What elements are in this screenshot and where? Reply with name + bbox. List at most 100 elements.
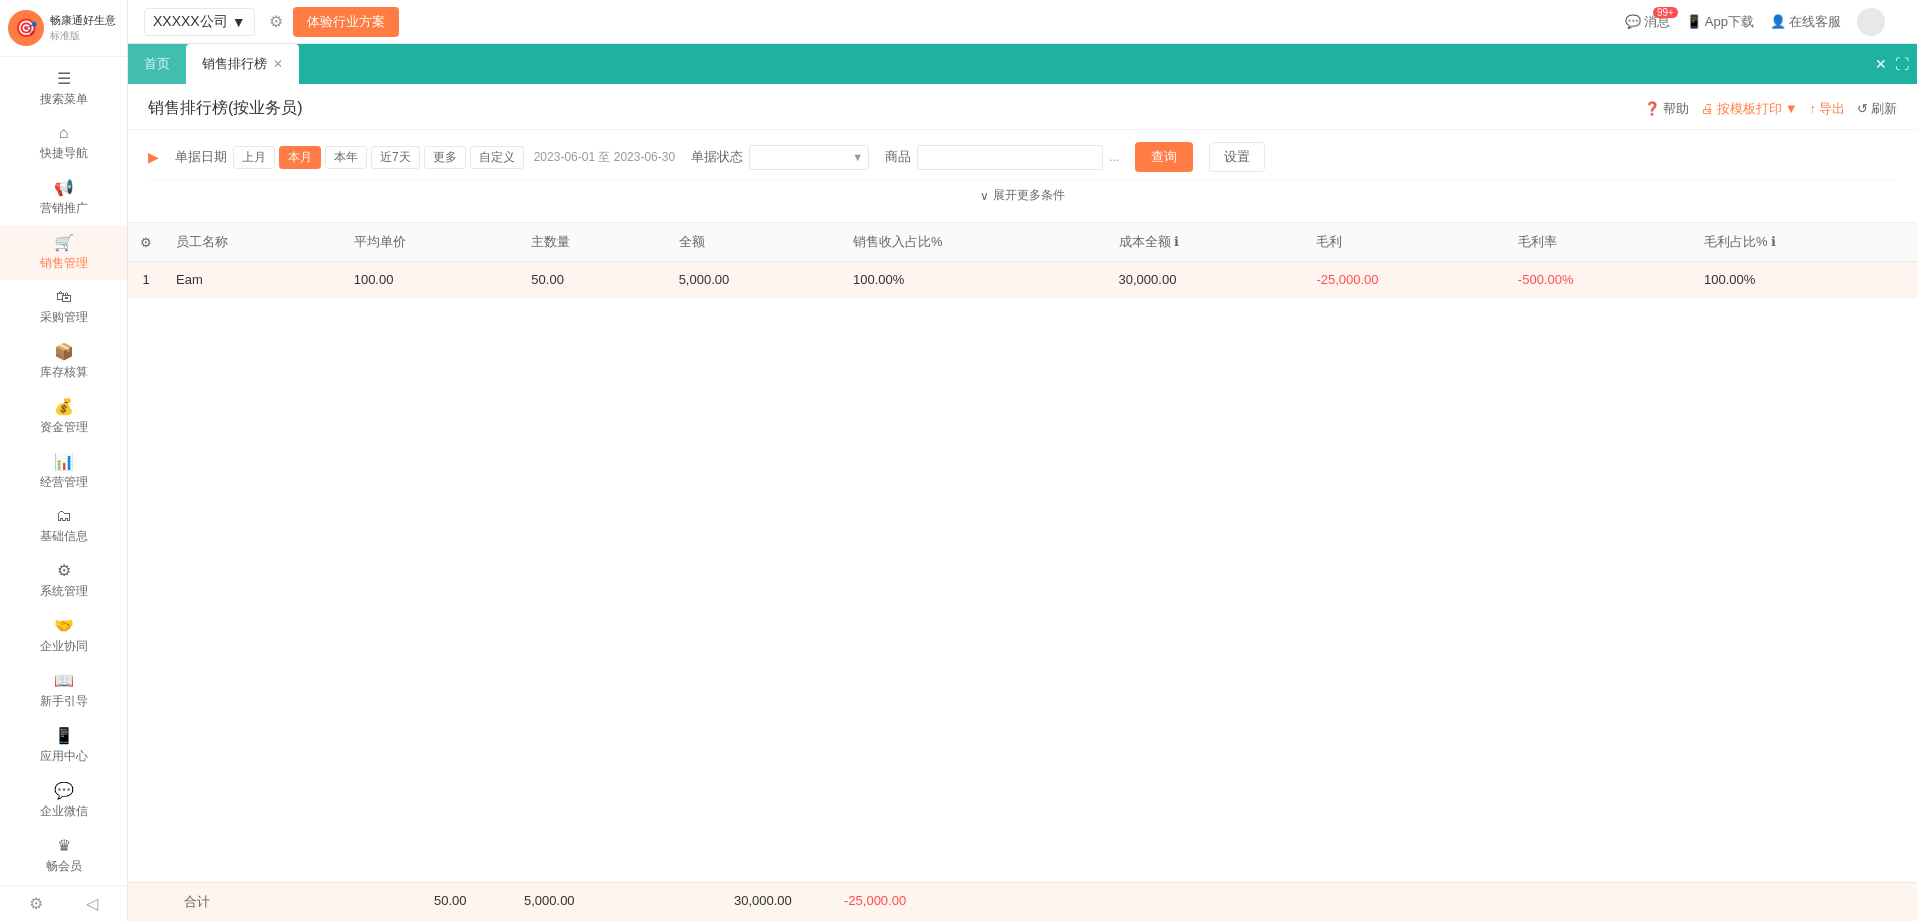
print-label: 按模板打印 [1717, 100, 1782, 118]
sidebar-item-basic-info[interactable]: 🗂 基础信息 [0, 499, 127, 553]
footer-profit-pct [1042, 893, 1142, 911]
date-btn-更多[interactable]: 更多 [424, 146, 466, 169]
date-btn-近7天[interactable]: 近7天 [371, 146, 420, 169]
expand-more-btn[interactable]: ∨ 展开更多条件 [148, 180, 1897, 210]
nav-label-vip: 畅会员 [46, 858, 82, 875]
sidebar-item-system[interactable]: ⚙ 系统管理 [0, 553, 127, 608]
nav-label-finance: 资金管理 [40, 419, 88, 436]
sidebar-item-operations[interactable]: 📊 经营管理 [0, 444, 127, 499]
message-button[interactable]: 💬 消息 99+ [1625, 13, 1670, 31]
query-button[interactable]: 查询 [1135, 142, 1193, 172]
avatar[interactable] [1857, 8, 1885, 36]
filter-bar: ▶ 单据日期 上月本月本年近7天更多自定义 2023-06-01 至 2023-… [128, 130, 1917, 223]
table-row: 1 Eam 100.00 50.00 5,000.00 100.00% 30,0… [128, 262, 1917, 298]
sidebar-item-purchase[interactable]: 🛍 采购管理 [0, 280, 127, 334]
date-btn-自定义[interactable]: 自定义 [470, 146, 524, 169]
sidebar-item-guide[interactable]: 📖 新手引导 [0, 663, 127, 718]
nav-label-inventory: 库存核算 [40, 364, 88, 381]
more-filter-btn[interactable]: ... [1109, 150, 1119, 164]
company-name: XXXXX公司 [153, 13, 228, 31]
logo-icon: 🎯 [8, 10, 44, 46]
nav-icon-vip: ♛ [57, 836, 71, 855]
settings-button[interactable]: 设置 [1209, 142, 1265, 172]
export-label: 导出 [1819, 100, 1845, 118]
sidebar-item-sales[interactable]: 🛒 销售管理 [0, 225, 127, 280]
sidebar: 🎯 畅康通好生意 标准版 ☰ 搜索菜单 ⌂ 快捷导航 📢 营销推广 🛒 销售管理… [0, 0, 128, 921]
close-window-icon[interactable]: ✕ [1875, 56, 1887, 72]
industry-button[interactable]: 体验行业方案 [293, 7, 399, 37]
col-profit: 毛利 [1304, 223, 1505, 262]
nav-icon-enterprise: 🤝 [54, 616, 74, 635]
nav-label-basic-info: 基础信息 [40, 528, 88, 545]
nav-label-guide: 新手引导 [40, 693, 88, 710]
footer-profit-rate [942, 893, 1042, 911]
nav-icon-inventory: 📦 [54, 342, 74, 361]
nav-label-system: 系统管理 [40, 583, 88, 600]
footer-avg-price [322, 893, 422, 911]
nav-label-purchase: 采购管理 [40, 309, 88, 326]
sidebar-item-wechat[interactable]: 💬 企业微信 [0, 773, 127, 828]
print-button[interactable]: 🖨 按模板打印 ▼ [1701, 100, 1798, 118]
tab-close-icon[interactable]: ✕ [273, 57, 283, 71]
app-download-link[interactable]: 📱 App下载 [1686, 13, 1754, 31]
help-button[interactable]: ❓ 帮助 [1644, 100, 1689, 118]
tab-home[interactable]: 首页 [128, 44, 186, 84]
filter-collapse-icon[interactable]: ▶ [148, 149, 159, 165]
nav-icon-search: ☰ [57, 69, 71, 88]
col-profit-rate: 毛利率 [1506, 223, 1692, 262]
sidebar-item-marketing[interactable]: 📢 营销推广 [0, 170, 127, 225]
sidebar-item-inventory[interactable]: 📦 库存核算 [0, 334, 127, 389]
goods-input[interactable] [917, 145, 1103, 170]
date-filter-label: 单据日期 [175, 148, 227, 166]
sidebar-item-vip[interactable]: ♛ 畅会员 [0, 828, 127, 883]
filter-row: ▶ 单据日期 上月本月本年近7天更多自定义 2023-06-01 至 2023-… [148, 142, 1897, 172]
cell-rank-0: 1 [128, 262, 164, 298]
nav-label-marketing: 营销推广 [40, 200, 88, 217]
sidebar-item-quick-nav[interactable]: ⌂ 快捷导航 [0, 116, 127, 170]
export-button[interactable]: ↑ 导出 [1810, 100, 1846, 118]
topbar-right: 💬 消息 99+ 📱 App下载 👤 在线客服 [1625, 8, 1901, 36]
settings-icon[interactable]: ⚙ [29, 894, 43, 913]
header-actions: ❓ 帮助 🖨 按模板打印 ▼ ↑ 导出 ↺ 刷新 [1644, 100, 1897, 118]
footer-amount: 5,000.00 [512, 893, 612, 911]
logo-text: 畅康通好生意 [50, 13, 116, 28]
page-title: 销售排行榜(按业务员) [148, 98, 303, 119]
logo-sub: 标准版 [50, 29, 116, 43]
home-tab-label: 首页 [144, 55, 170, 73]
footer-cost: 30,000.00 [722, 893, 832, 911]
support-icon: 👤 [1770, 14, 1786, 29]
tab-sales-ranking[interactable]: 销售排行榜 ✕ [186, 44, 299, 84]
nav-icon-guide: 📖 [54, 671, 74, 690]
date-btn-本月[interactable]: 本月 [279, 146, 321, 169]
company-selector[interactable]: XXXXX公司 ▼ [144, 8, 255, 36]
gear-icon[interactable]: ⚙ [269, 12, 283, 31]
date-range-text: 2023-06-01 至 2023-06-30 [534, 149, 675, 166]
topbar: XXXXX公司 ▼ ⚙ 体验行业方案 💬 消息 99+ 📱 App下载 👤 在线… [128, 0, 1917, 44]
nav-icon-quick-nav: ⌂ [59, 124, 69, 142]
footer-label: 合计 [172, 893, 322, 911]
refresh-button[interactable]: ↺ 刷新 [1857, 100, 1897, 118]
date-btn-上月[interactable]: 上月 [233, 146, 275, 169]
nav-icon-sales: 🛒 [54, 233, 74, 252]
maximize-icon[interactable]: ⛶ [1895, 56, 1909, 72]
col-settings[interactable]: ⚙ [128, 223, 164, 262]
nav-label-wechat: 企业微信 [40, 803, 88, 820]
collapse-icon[interactable]: ◁ [86, 894, 98, 913]
date-btn-本年[interactable]: 本年 [325, 146, 367, 169]
footer-qty: 50.00 [422, 893, 512, 911]
sidebar-bottom: ⚙ ◁ [0, 885, 127, 921]
online-support-link[interactable]: 👤 在线客服 [1770, 13, 1841, 31]
sidebar-item-finance[interactable]: 💰 资金管理 [0, 389, 127, 444]
sidebar-item-app-center[interactable]: 📱 应用中心 [0, 718, 127, 773]
app-logo: 🎯 畅康通好生意 标准版 [0, 0, 127, 57]
status-select[interactable] [749, 145, 869, 170]
sidebar-item-enterprise[interactable]: 🤝 企业协同 [0, 608, 127, 663]
footer-cells: 合计 50.00 5,000.00 30,000.00 -25,000.00 [140, 893, 1905, 911]
date-range-buttons: 上月本月本年近7天更多自定义 [233, 146, 524, 169]
sidebar-item-search[interactable]: ☰ 搜索菜单 [0, 61, 127, 116]
col-name: 员工名称 [164, 223, 342, 262]
export-icon: ↑ [1810, 101, 1817, 116]
tab-expand-area: ✕ ⛶ [1875, 56, 1909, 72]
cell-sales-pct-0: 100.00% [841, 262, 1107, 298]
print-icon: 🖨 [1701, 101, 1714, 116]
